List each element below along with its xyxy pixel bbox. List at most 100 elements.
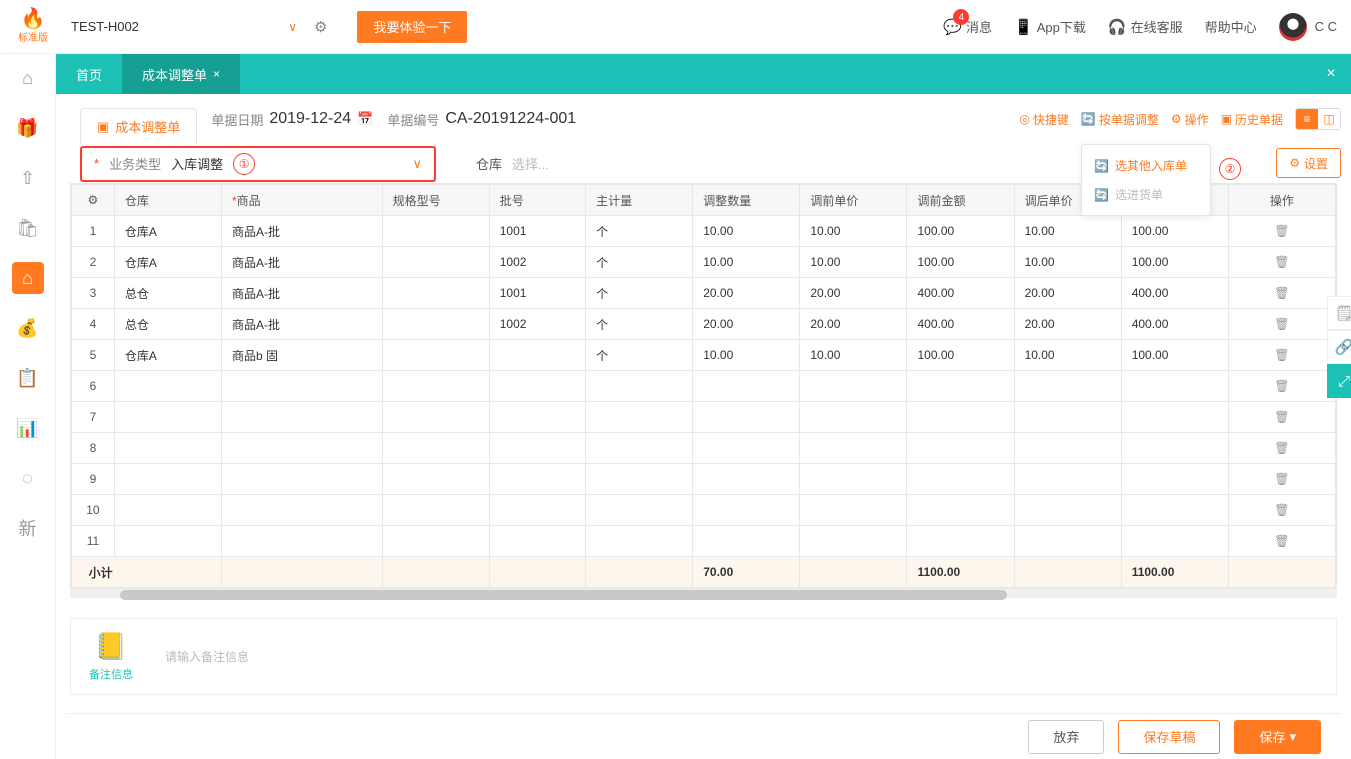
cell-unit[interactable]: 个	[586, 340, 693, 371]
col-gear[interactable]: ⚙	[72, 185, 115, 216]
table-row-empty[interactable]: 10🗑	[72, 495, 1336, 526]
cell-amt[interactable]: 400.00	[907, 309, 1014, 340]
popup-purchase[interactable]: 🔄 选进货单	[1082, 180, 1210, 209]
remark-input[interactable]	[151, 619, 1336, 694]
view-list-icon[interactable]: ≡	[1296, 109, 1318, 129]
cell-prod[interactable]: 商品A-批	[221, 309, 382, 340]
table-row-empty[interactable]: 8🗑	[72, 433, 1336, 464]
sidebar-warehouse-icon[interactable]: ⌂	[12, 262, 44, 294]
delete-row-icon[interactable]: 🗑	[1228, 216, 1335, 247]
popup-other-in[interactable]: 🔄 选其他入库单	[1082, 151, 1210, 180]
delete-row-icon[interactable]: 🗑	[1228, 495, 1335, 526]
cell-spec[interactable]	[382, 216, 489, 247]
delete-row-icon[interactable]: 🗑	[1228, 464, 1335, 495]
action-history[interactable]: ▣ 历史单据	[1221, 111, 1283, 128]
avatar[interactable]	[1279, 13, 1307, 41]
cell-up[interactable]: 20.00	[800, 309, 907, 340]
cell-qty[interactable]: 10.00	[693, 216, 800, 247]
doc-tab[interactable]: ▣ 成本调整单	[80, 108, 197, 144]
cell-up[interactable]: 10.00	[800, 216, 907, 247]
app-download-link[interactable]: 📱 App下载	[1014, 17, 1086, 36]
sidebar-money-icon[interactable]: 💰	[12, 312, 44, 344]
discard-button[interactable]: 放弃	[1028, 720, 1104, 754]
rail-link-icon[interactable]: 🔗	[1327, 330, 1351, 364]
sidebar-report-icon[interactable]: 📊	[12, 412, 44, 444]
messages-link[interactable]: 💬 消息 4	[943, 17, 992, 36]
table-row-empty[interactable]: 9🗑	[72, 464, 1336, 495]
tab-cost[interactable]: 成本调整单 ×	[122, 54, 240, 94]
table-row-empty[interactable]: 11🗑	[72, 526, 1336, 557]
help-link[interactable]: 帮助中心	[1205, 17, 1257, 36]
calendar-icon[interactable]: 📅	[357, 111, 373, 127]
cell-amt2[interactable]: 400.00	[1121, 309, 1228, 340]
sidebar-doc-icon[interactable]: 📋	[12, 362, 44, 394]
table-row[interactable]: 5仓库A商品b 固个10.0010.00100.0010.00100.00🗑	[72, 340, 1336, 371]
cell-batch[interactable]: 1002	[489, 247, 585, 278]
delete-row-icon[interactable]: 🗑	[1228, 340, 1335, 371]
table-row[interactable]: 4总仓商品A-批1002个20.0020.00400.0020.00400.00…	[72, 309, 1336, 340]
sidebar-dots-icon[interactable]: ◌	[12, 462, 44, 494]
cell-up[interactable]: 10.00	[800, 340, 907, 371]
cell-amt[interactable]: 100.00	[907, 247, 1014, 278]
tabbar-close-icon[interactable]: ×	[1311, 54, 1351, 94]
delete-row-icon[interactable]: 🗑	[1228, 433, 1335, 464]
cell-unit[interactable]: 个	[586, 216, 693, 247]
sidebar-bag-icon[interactable]: 🛍	[12, 212, 44, 244]
cell-up[interactable]: 10.00	[800, 247, 907, 278]
table-row[interactable]: 3总仓商品A-批1001个20.0020.00400.0020.00400.00…	[72, 278, 1336, 309]
delete-row-icon[interactable]: 🗑	[1228, 309, 1335, 340]
cell-qty[interactable]: 10.00	[693, 247, 800, 278]
cell-amt2[interactable]: 100.00	[1121, 340, 1228, 371]
action-op[interactable]: ⚙ 操作	[1171, 111, 1209, 128]
cell-wh[interactable]: 总仓	[114, 278, 221, 309]
warehouse-select[interactable]: 仓库 选择...	[476, 154, 549, 173]
cell-batch[interactable]: 1001	[489, 278, 585, 309]
cell-up2[interactable]: 20.00	[1014, 309, 1121, 340]
delete-row-icon[interactable]: 🗑	[1228, 278, 1335, 309]
sidebar-new-icon[interactable]: 新	[12, 512, 44, 544]
cell-batch[interactable]: 1002	[489, 309, 585, 340]
cell-spec[interactable]	[382, 278, 489, 309]
cell-prod[interactable]: 商品A-批	[221, 278, 382, 309]
sidebar-home-icon[interactable]: ⌂	[12, 62, 44, 94]
sidebar-gift-icon[interactable]: 🎁	[12, 112, 44, 144]
cell-batch[interactable]: 1001	[489, 216, 585, 247]
gear-icon[interactable]: ⚙	[314, 18, 327, 36]
cell-batch[interactable]	[489, 340, 585, 371]
delete-row-icon[interactable]: 🗑	[1228, 247, 1335, 278]
cell-wh[interactable]: 仓库A	[114, 247, 221, 278]
view-toggle[interactable]: ≡ ◫	[1295, 108, 1341, 130]
cell-spec[interactable]	[382, 309, 489, 340]
cell-amt[interactable]: 100.00	[907, 216, 1014, 247]
action-shortcut[interactable]: ◎ 快捷键	[1019, 111, 1069, 128]
tab-close-icon[interactable]: ×	[213, 67, 220, 81]
delete-row-icon[interactable]: 🗑	[1228, 402, 1335, 433]
cell-up2[interactable]: 10.00	[1014, 216, 1121, 247]
delete-row-icon[interactable]: 🗑	[1228, 371, 1335, 402]
business-type-select[interactable]: * 业务类型 入库调整 ① ∨	[80, 146, 436, 182]
cell-up2[interactable]: 10.00	[1014, 247, 1121, 278]
tab-home[interactable]: 首页	[56, 54, 122, 94]
cell-amt[interactable]: 100.00	[907, 340, 1014, 371]
cell-amt2[interactable]: 100.00	[1121, 216, 1228, 247]
cell-up[interactable]: 20.00	[800, 278, 907, 309]
cell-qty[interactable]: 10.00	[693, 340, 800, 371]
save-draft-button[interactable]: 保存草稿	[1118, 720, 1220, 754]
sidebar-up-icon[interactable]: ⇧	[12, 162, 44, 194]
cell-prod[interactable]: 商品A-批	[221, 247, 382, 278]
cell-qty[interactable]: 20.00	[693, 309, 800, 340]
table-row[interactable]: 2仓库A商品A-批1002个10.0010.00100.0010.00100.0…	[72, 247, 1336, 278]
service-link[interactable]: 🎧 在线客服	[1108, 17, 1183, 36]
cell-unit[interactable]: 个	[586, 309, 693, 340]
cell-amt2[interactable]: 400.00	[1121, 278, 1228, 309]
cell-unit[interactable]: 个	[586, 278, 693, 309]
cell-up2[interactable]: 10.00	[1014, 340, 1121, 371]
horizontal-scrollbar[interactable]	[70, 589, 1337, 598]
cell-wh[interactable]: 总仓	[114, 309, 221, 340]
action-byorder[interactable]: 🔄 按单据调整	[1081, 111, 1159, 128]
view-grid-icon[interactable]: ◫	[1318, 109, 1340, 129]
company-select[interactable]: TEST-H002 ∨	[60, 11, 308, 43]
cell-amt2[interactable]: 100.00	[1121, 247, 1228, 278]
rail-expand-icon[interactable]: ⤢	[1327, 364, 1351, 398]
cell-unit[interactable]: 个	[586, 247, 693, 278]
